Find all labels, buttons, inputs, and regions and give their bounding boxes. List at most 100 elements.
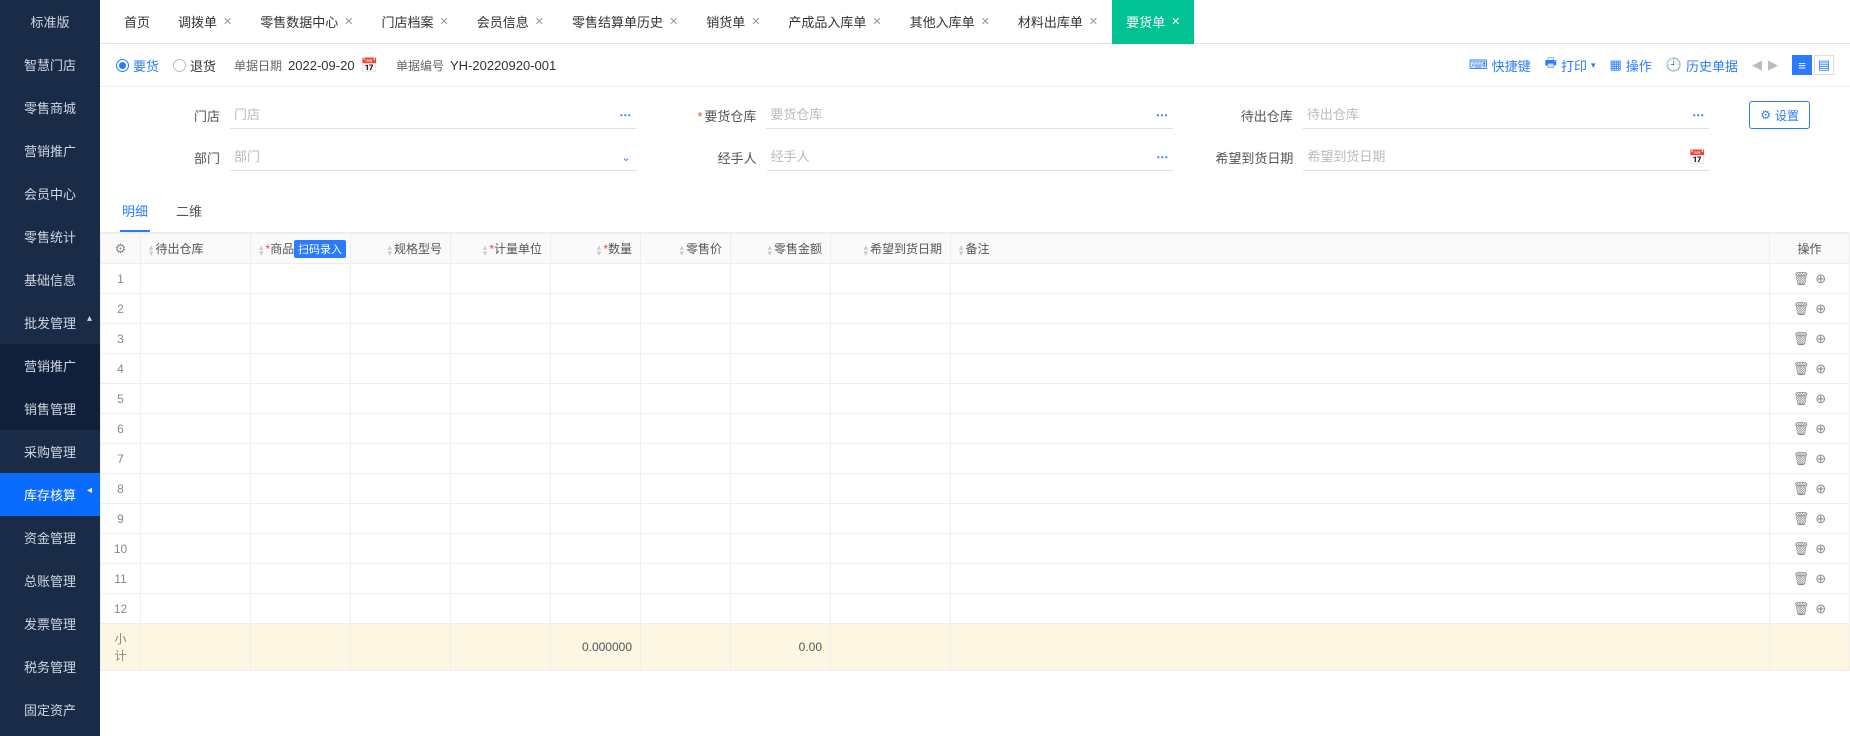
col-out-warehouse[interactable]: ▴▾待出仓库 [141,234,251,264]
cell-product[interactable] [251,294,351,324]
cell-product[interactable] [251,534,351,564]
radio-return[interactable]: 退货 [173,56,216,75]
side-item-inventory[interactable]: 库存核算 [0,473,100,516]
delete-icon[interactable]: 🗑 [1793,421,1810,436]
col-unit[interactable]: ▴▾*计量单位 [451,234,551,264]
tab-sales-order[interactable]: 销货单✕ [692,0,774,44]
table-row[interactable]: 10🗑⊕ [101,534,1850,564]
view-list-icon[interactable]: ≡ [1792,55,1812,75]
doc-date-value[interactable]: 2022-09-20 [288,58,355,73]
add-row-icon[interactable]: ⊕ [1815,301,1826,316]
cell-note[interactable] [951,264,1770,294]
cell-out-warehouse[interactable] [141,474,251,504]
cell-note[interactable] [951,354,1770,384]
cell-note[interactable] [951,534,1770,564]
cell-unit[interactable] [451,354,551,384]
tab-member-info[interactable]: 会员信息✕ [463,0,558,44]
cell-price[interactable] [641,384,731,414]
cell-qty[interactable] [551,324,641,354]
cell-price[interactable] [641,474,731,504]
next-icon[interactable]: ▶ [1768,57,1778,73]
prev-icon[interactable]: ◀ [1752,57,1762,73]
add-row-icon[interactable]: ⊕ [1815,541,1826,556]
delete-icon[interactable]: 🗑 [1793,541,1810,556]
side-item-tax[interactable]: 税务管理 [0,645,100,688]
table-row[interactable]: 6🗑⊕ [101,414,1850,444]
cell-unit[interactable] [451,384,551,414]
delete-icon[interactable]: 🗑 [1793,361,1810,376]
cell-product[interactable] [251,414,351,444]
cell-spec[interactable] [351,534,451,564]
scan-badge[interactable]: 扫码录入 [294,240,346,258]
side-item-smart-store[interactable]: 智慧门店 [0,43,100,86]
cell-price[interactable] [641,564,731,594]
calendar-icon[interactable]: 📅 [361,57,378,74]
delete-icon[interactable]: 🗑 [1793,271,1810,286]
cell-product[interactable] [251,594,351,624]
table-row[interactable]: 11🗑⊕ [101,564,1850,594]
close-icon[interactable]: ✕ [223,15,232,28]
cell-expect-date[interactable] [831,474,951,504]
cell-spec[interactable] [351,384,451,414]
tab-retail-data[interactable]: 零售数据中心✕ [246,0,367,44]
cell-unit[interactable] [451,534,551,564]
cell-expect-date[interactable] [831,354,951,384]
cell-note[interactable] [951,504,1770,534]
cell-out-warehouse[interactable] [141,444,251,474]
cell-expect-date[interactable] [831,594,951,624]
picker-icon[interactable]: ⋯ [1156,108,1169,122]
cell-amount[interactable] [731,504,831,534]
handler-input[interactable] [767,143,1174,171]
chevron-down-icon[interactable]: ⌄ [621,151,630,164]
col-note[interactable]: ▴▾备注 [951,234,1770,264]
close-icon[interactable]: ✕ [1089,15,1098,28]
side-item-salary[interactable]: 工资 [0,731,100,736]
table-row[interactable]: 1🗑⊕ [101,264,1850,294]
print-link[interactable]: 🖶打印▾ [1545,54,1596,76]
tab-material-out[interactable]: 材料出库单✕ [1004,0,1112,44]
cell-amount[interactable] [731,384,831,414]
cell-note[interactable] [951,384,1770,414]
cell-qty[interactable] [551,414,641,444]
cell-expect-date[interactable] [831,564,951,594]
out-warehouse-input[interactable] [1303,101,1709,129]
picker-icon[interactable]: ⋯ [1692,108,1705,122]
cell-amount[interactable] [731,324,831,354]
cell-spec[interactable] [351,264,451,294]
delete-icon[interactable]: 🗑 [1793,481,1810,496]
delete-icon[interactable]: 🗑 [1793,511,1810,526]
col-spec[interactable]: ▴▾规格型号 [351,234,451,264]
cell-unit[interactable] [451,444,551,474]
delete-icon[interactable]: 🗑 [1793,571,1810,586]
cell-price[interactable] [641,414,731,444]
table-row[interactable]: 2🗑⊕ [101,294,1850,324]
cell-out-warehouse[interactable] [141,594,251,624]
settings-button[interactable]: ⚙设置 [1749,101,1810,129]
side-item-basic-info[interactable]: 基础信息 [0,258,100,301]
delete-icon[interactable]: 🗑 [1793,391,1810,406]
store-input[interactable] [230,101,636,129]
cell-unit[interactable] [451,504,551,534]
add-row-icon[interactable]: ⊕ [1815,271,1826,286]
cell-out-warehouse[interactable] [141,354,251,384]
cell-unit[interactable] [451,294,551,324]
cell-note[interactable] [951,294,1770,324]
cell-out-warehouse[interactable] [141,504,251,534]
cell-spec[interactable] [351,354,451,384]
delete-icon[interactable]: 🗑 [1793,331,1810,346]
cell-amount[interactable] [731,414,831,444]
cell-price[interactable] [641,594,731,624]
cell-qty[interactable] [551,564,641,594]
cell-product[interactable] [251,564,351,594]
add-row-icon[interactable]: ⊕ [1815,511,1826,526]
dept-input[interactable] [230,143,637,171]
picker-icon[interactable]: ⋯ [1156,150,1169,164]
cell-qty[interactable] [551,474,641,504]
cell-amount[interactable] [731,474,831,504]
picker-icon[interactable]: ⋯ [619,108,632,122]
req-warehouse-input[interactable] [766,101,1172,129]
cell-out-warehouse[interactable] [141,324,251,354]
cell-qty[interactable] [551,384,641,414]
close-icon[interactable]: ✕ [440,15,449,28]
table-row[interactable]: 4🗑⊕ [101,354,1850,384]
